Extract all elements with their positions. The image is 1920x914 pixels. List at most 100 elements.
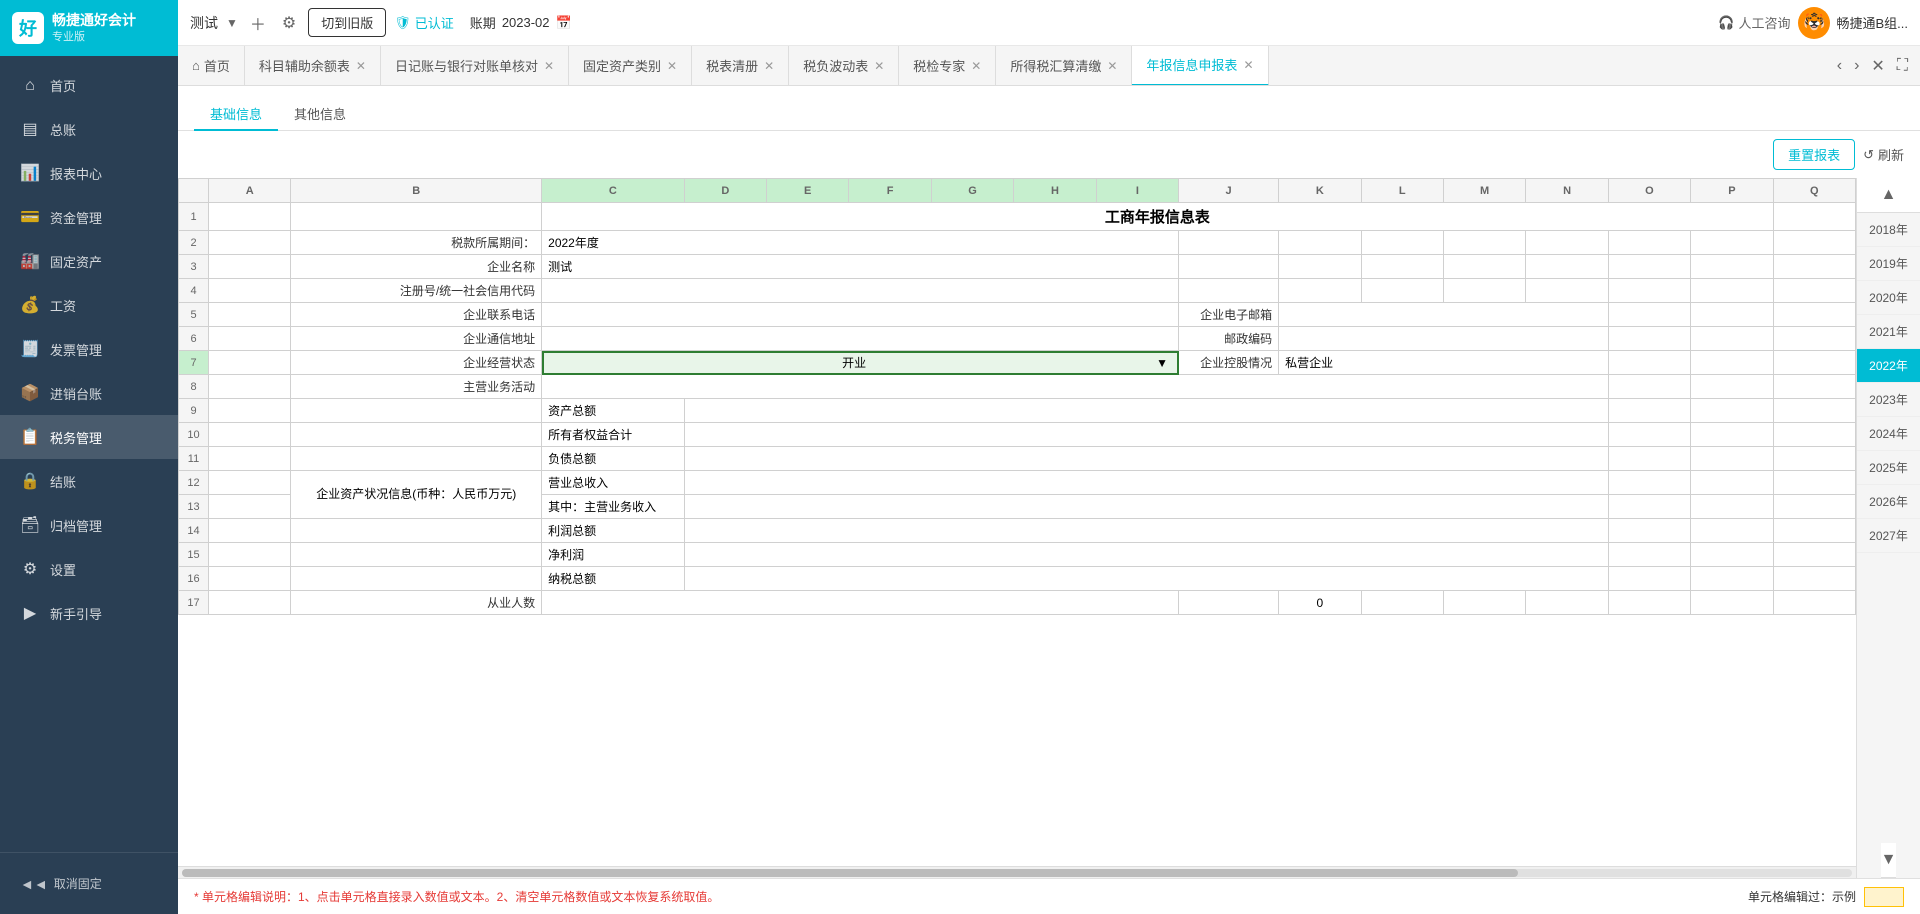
cell-5-c[interactable] (542, 303, 1179, 327)
cell-15-b[interactable] (291, 543, 542, 567)
cell-7-j[interactable]: 企业控股情况 (1179, 351, 1279, 375)
sidebar-item-settings[interactable]: ⚙ 设置 (0, 547, 178, 591)
cell-4-l[interactable] (1361, 279, 1443, 303)
cell-12-b-merged[interactable]: 企业资产状况信息(币种：人民币万元) (291, 471, 542, 519)
cell-3-o[interactable] (1608, 255, 1690, 279)
tab-close-all-btn[interactable]: ✕ (1867, 54, 1888, 78)
cell-13-a[interactable] (209, 495, 291, 519)
year-item-2022[interactable]: 2022年 (1857, 349, 1920, 383)
col-header-g[interactable]: G (931, 179, 1013, 203)
year-item-2024[interactable]: 2024年 (1857, 417, 1920, 451)
cell-2-j[interactable] (1179, 231, 1279, 255)
year-item-2018[interactable]: 2018年 (1857, 213, 1920, 247)
col-header-n[interactable]: N (1526, 179, 1608, 203)
year-item-2025[interactable]: 2025年 (1857, 451, 1920, 485)
sub-tab-other[interactable]: 其他信息 (278, 98, 362, 131)
cell-13-q[interactable] (1773, 495, 1855, 519)
cell-11-c[interactable]: 负债总额 (542, 447, 684, 471)
cell-14-o[interactable] (1608, 519, 1690, 543)
cell-15-o[interactable] (1608, 543, 1690, 567)
tab-close-fixed-asset[interactable]: ✕ (667, 59, 677, 73)
cell-14-q[interactable] (1773, 519, 1855, 543)
sidebar-item-invoice[interactable]: 🧾 发票管理 (0, 327, 178, 371)
cell-7-q[interactable] (1773, 351, 1855, 375)
switch-old-version-btn[interactable]: 切到旧版 (308, 8, 386, 37)
cell-9-c[interactable]: 资产总额 (542, 399, 684, 423)
tab-annual-report[interactable]: 年报信息申报表 ✕ (1132, 46, 1268, 86)
sidebar-item-closing[interactable]: 🔒 结账 (0, 459, 178, 503)
cell-9-a[interactable] (209, 399, 291, 423)
cell-7-b[interactable]: 企业经营状态 (291, 351, 542, 375)
sidebar-item-reports[interactable]: 📊 报表中心 (0, 151, 178, 195)
sidebar-item-home[interactable]: ⌂ 首页 (0, 64, 178, 107)
cell-12-q[interactable] (1773, 471, 1855, 495)
tab-auxiliary-balance[interactable]: 科目辅助余额表 ✕ (245, 46, 381, 86)
cell-17-j[interactable] (1179, 591, 1279, 615)
cell-11-b[interactable] (291, 447, 542, 471)
cell-12-p[interactable] (1691, 471, 1773, 495)
col-header-b[interactable]: B (291, 179, 542, 203)
cell-4-a[interactable] (209, 279, 291, 303)
cell-6-q[interactable] (1773, 327, 1855, 351)
col-header-a[interactable]: A (209, 179, 291, 203)
refresh-btn[interactable]: ↺ 刷新 (1863, 145, 1904, 164)
cell-6-k[interactable] (1279, 327, 1609, 351)
cell-6-p[interactable] (1691, 327, 1773, 351)
year-panel-up-btn[interactable]: ▲ (1857, 178, 1920, 213)
cell-16-a[interactable] (209, 567, 291, 591)
cell-12-d[interactable] (684, 471, 1608, 495)
cell-11-d[interactable] (684, 447, 1608, 471)
cell-7-a[interactable] (209, 351, 291, 375)
col-header-l[interactable]: L (1361, 179, 1443, 203)
cell-6-c[interactable] (542, 327, 1179, 351)
cell-6-j[interactable]: 邮政编码 (1179, 327, 1279, 351)
cell-13-p[interactable] (1691, 495, 1773, 519)
cell-6-b[interactable]: 企业通信地址 (291, 327, 542, 351)
sub-tab-basic[interactable]: 基础信息 (194, 98, 278, 131)
cell-11-q[interactable] (1773, 447, 1855, 471)
cell-11-o[interactable] (1608, 447, 1690, 471)
year-item-2026[interactable]: 2026年 (1857, 485, 1920, 519)
cell-3-j[interactable] (1179, 255, 1279, 279)
col-header-j[interactable]: J (1179, 179, 1279, 203)
year-item-2020[interactable]: 2020年 (1857, 281, 1920, 315)
cell-9-p[interactable] (1691, 399, 1773, 423)
cell-8-a[interactable] (209, 375, 291, 399)
cell-17-k[interactable]: 0 (1279, 591, 1361, 615)
cell-5-k[interactable] (1279, 303, 1609, 327)
cell-title[interactable]: 工商年报信息表 (542, 203, 1773, 231)
sidebar-item-ledger[interactable]: ▤ 总账 (0, 107, 178, 151)
cell-4-n[interactable] (1526, 279, 1608, 303)
cell-16-p[interactable] (1691, 567, 1773, 591)
col-header-m[interactable]: M (1443, 179, 1525, 203)
cell-3-n[interactable] (1526, 255, 1608, 279)
topbar-settings-btn[interactable]: ⚙ (278, 9, 300, 37)
col-header-i[interactable]: I (1096, 179, 1178, 203)
cell-2-c[interactable]: 2022年度 (542, 231, 1179, 255)
tab-close-annual-report[interactable]: ✕ (1243, 58, 1253, 72)
cell-5-q[interactable] (1773, 303, 1855, 327)
cell-12-c[interactable]: 营业总收入 (542, 471, 684, 495)
cell-14-c[interactable]: 利润总额 (542, 519, 684, 543)
cell-1-b[interactable] (291, 203, 542, 231)
cell-17-q[interactable] (1773, 591, 1855, 615)
cell-17-m[interactable] (1443, 591, 1525, 615)
cell-7-o[interactable] (1608, 351, 1690, 375)
cell-5-j[interactable]: 企业电子邮箱 (1179, 303, 1279, 327)
cell-7-c-dropdown[interactable]: 开业 ▼ (542, 351, 1179, 375)
cell-13-d[interactable] (684, 495, 1608, 519)
cell-14-a[interactable] (209, 519, 291, 543)
tab-fixed-asset-category[interactable]: 固定资产类别 ✕ (569, 46, 692, 86)
tab-close-income-tax[interactable]: ✕ (1107, 59, 1117, 73)
cell-15-d[interactable] (684, 543, 1608, 567)
cell-4-q[interactable] (1773, 279, 1855, 303)
cell-4-b[interactable]: 注册号/统一社会信用代码 (291, 279, 542, 303)
tab-close-journal[interactable]: ✕ (544, 59, 554, 73)
cell-2-l[interactable] (1361, 231, 1443, 255)
col-header-k[interactable]: K (1279, 179, 1361, 203)
cell-17-c[interactable] (542, 591, 1179, 615)
sidebar-item-fixed-assets[interactable]: 🏭 固定资产 (0, 239, 178, 283)
cell-14-p[interactable] (1691, 519, 1773, 543)
cell-2-a[interactable] (209, 231, 291, 255)
cell-6-a[interactable] (209, 327, 291, 351)
